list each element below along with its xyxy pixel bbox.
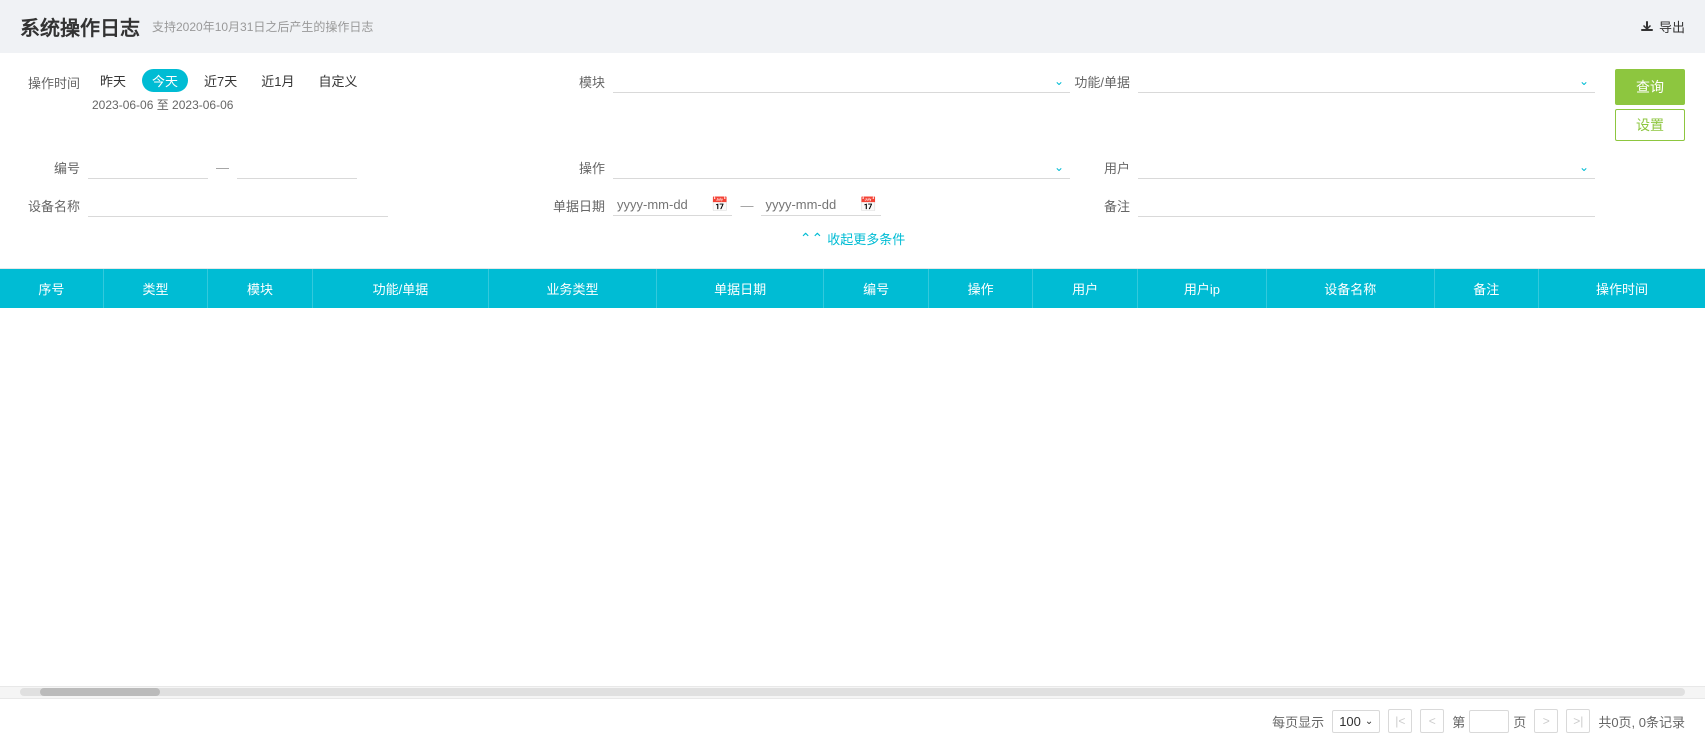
- col-device: 设备名称: [1266, 269, 1434, 308]
- col-serial-no: 编号: [824, 269, 928, 308]
- per-page-select[interactable]: 100 ⌄: [1332, 710, 1380, 733]
- module-label: 模块: [545, 72, 605, 91]
- pagination-area: 每页显示 100 ⌄ |< < 第 1 页 > >| 共0页, 0条记录: [0, 698, 1705, 743]
- collapse-label: 收起更多条件: [827, 229, 905, 248]
- func-dropdown-arrow[interactable]: ⌄: [1573, 74, 1595, 88]
- time-btn-today[interactable]: 今天: [142, 69, 188, 92]
- page-unit: 页: [1513, 712, 1526, 731]
- page-prev-button[interactable]: <: [1420, 709, 1444, 733]
- page-label: 第: [1452, 712, 1465, 731]
- action-buttons: 查询 设置: [1595, 69, 1685, 141]
- scrollbar-track: [20, 688, 1685, 696]
- date-label: 单据日期: [545, 196, 605, 215]
- time-btn-1month[interactable]: 近1月: [253, 69, 302, 92]
- serial-from-input[interactable]: [88, 155, 208, 179]
- page-first-button[interactable]: |<: [1388, 709, 1412, 733]
- horizontal-scrollbar[interactable]: [0, 686, 1705, 698]
- data-table: 序号 类型 模块 功能/单据 业务类型 单据日期 编号 操作 用户 用户ip 设…: [0, 269, 1705, 308]
- col-biz-type: 业务类型: [489, 269, 657, 308]
- per-page-label: 每页显示: [1272, 712, 1324, 731]
- date-from-input[interactable]: [617, 197, 707, 212]
- scrollbar-thumb[interactable]: [40, 688, 160, 696]
- calendar-to-icon[interactable]: 📅: [859, 196, 876, 213]
- col-func: 功能/单据: [312, 269, 488, 308]
- collapse-button[interactable]: ⌃⌃ 收起更多条件: [788, 225, 917, 252]
- time-btn-7days[interactable]: 近7天: [196, 69, 245, 92]
- calendar-from-icon[interactable]: 📅: [711, 196, 728, 213]
- user-input[interactable]: [1138, 155, 1573, 178]
- page-title: 系统操作日志: [20, 12, 140, 41]
- module-input[interactable]: [613, 69, 1048, 92]
- func-input[interactable]: [1138, 69, 1573, 92]
- per-page-value: 100: [1339, 714, 1361, 729]
- col-user-ip: 用户ip: [1137, 269, 1266, 308]
- collapse-icon: ⌃⌃: [800, 230, 823, 247]
- col-serial: 序号: [0, 269, 103, 308]
- export-button[interactable]: 导出: [1639, 17, 1685, 36]
- time-range: 2023-06-06 至 2023-06-06: [92, 96, 366, 113]
- user-dropdown-arrow[interactable]: ⌄: [1573, 160, 1595, 174]
- col-op: 操作: [928, 269, 1032, 308]
- col-date: 单据日期: [656, 269, 824, 308]
- op-label: 操作: [545, 158, 605, 177]
- serial-separator: —: [216, 160, 229, 175]
- page-last-button[interactable]: >|: [1566, 709, 1590, 733]
- col-note: 备注: [1434, 269, 1538, 308]
- table-area: 序号 类型 模块 功能/单据 业务类型 单据日期 编号 操作 用户 用户ip 设…: [0, 269, 1705, 686]
- page-total: 共0页, 0条记录: [1598, 712, 1685, 731]
- export-icon: [1639, 19, 1655, 35]
- note-input[interactable]: [1138, 193, 1595, 217]
- time-btn-yesterday[interactable]: 昨天: [92, 69, 134, 92]
- op-input[interactable]: [613, 155, 1048, 178]
- func-label: 功能/单据: [1070, 72, 1130, 91]
- time-label: 操作时间: [20, 73, 80, 92]
- date-from-wrapper: 📅: [613, 194, 732, 216]
- col-user: 用户: [1033, 269, 1137, 308]
- per-page-arrow: ⌄: [1365, 716, 1373, 727]
- note-label: 备注: [1070, 196, 1130, 215]
- serial-label: 编号: [20, 158, 80, 177]
- col-module: 模块: [208, 269, 312, 308]
- page-next-button[interactable]: >: [1534, 709, 1558, 733]
- settings-button[interactable]: 设置: [1615, 109, 1685, 141]
- filter-area: 操作时间 昨天 今天 近7天 近1月 自定义 2023-06-06 至 2023…: [0, 53, 1705, 269]
- user-label: 用户: [1070, 158, 1130, 177]
- serial-to-input[interactable]: [237, 155, 357, 179]
- page-current: 第 1 页: [1452, 710, 1526, 733]
- table-header-row: 序号 类型 模块 功能/单据 业务类型 单据日期 编号 操作 用户 用户ip 设…: [0, 269, 1705, 308]
- device-label: 设备名称: [20, 196, 80, 215]
- export-label: 导出: [1659, 17, 1685, 36]
- module-dropdown-arrow[interactable]: ⌄: [1048, 74, 1070, 88]
- device-input[interactable]: [88, 193, 388, 217]
- time-btn-custom[interactable]: 自定义: [311, 69, 366, 92]
- date-to-input[interactable]: [765, 197, 855, 212]
- col-type: 类型: [103, 269, 207, 308]
- page-input[interactable]: 1: [1469, 710, 1509, 733]
- query-button[interactable]: 查询: [1615, 69, 1685, 105]
- page-subtitle: 支持2020年10月31日之后产生的操作日志: [152, 18, 373, 35]
- op-dropdown-arrow[interactable]: ⌄: [1048, 160, 1070, 174]
- date-to-wrapper: 📅: [761, 194, 880, 216]
- col-op-time: 操作时间: [1539, 269, 1705, 308]
